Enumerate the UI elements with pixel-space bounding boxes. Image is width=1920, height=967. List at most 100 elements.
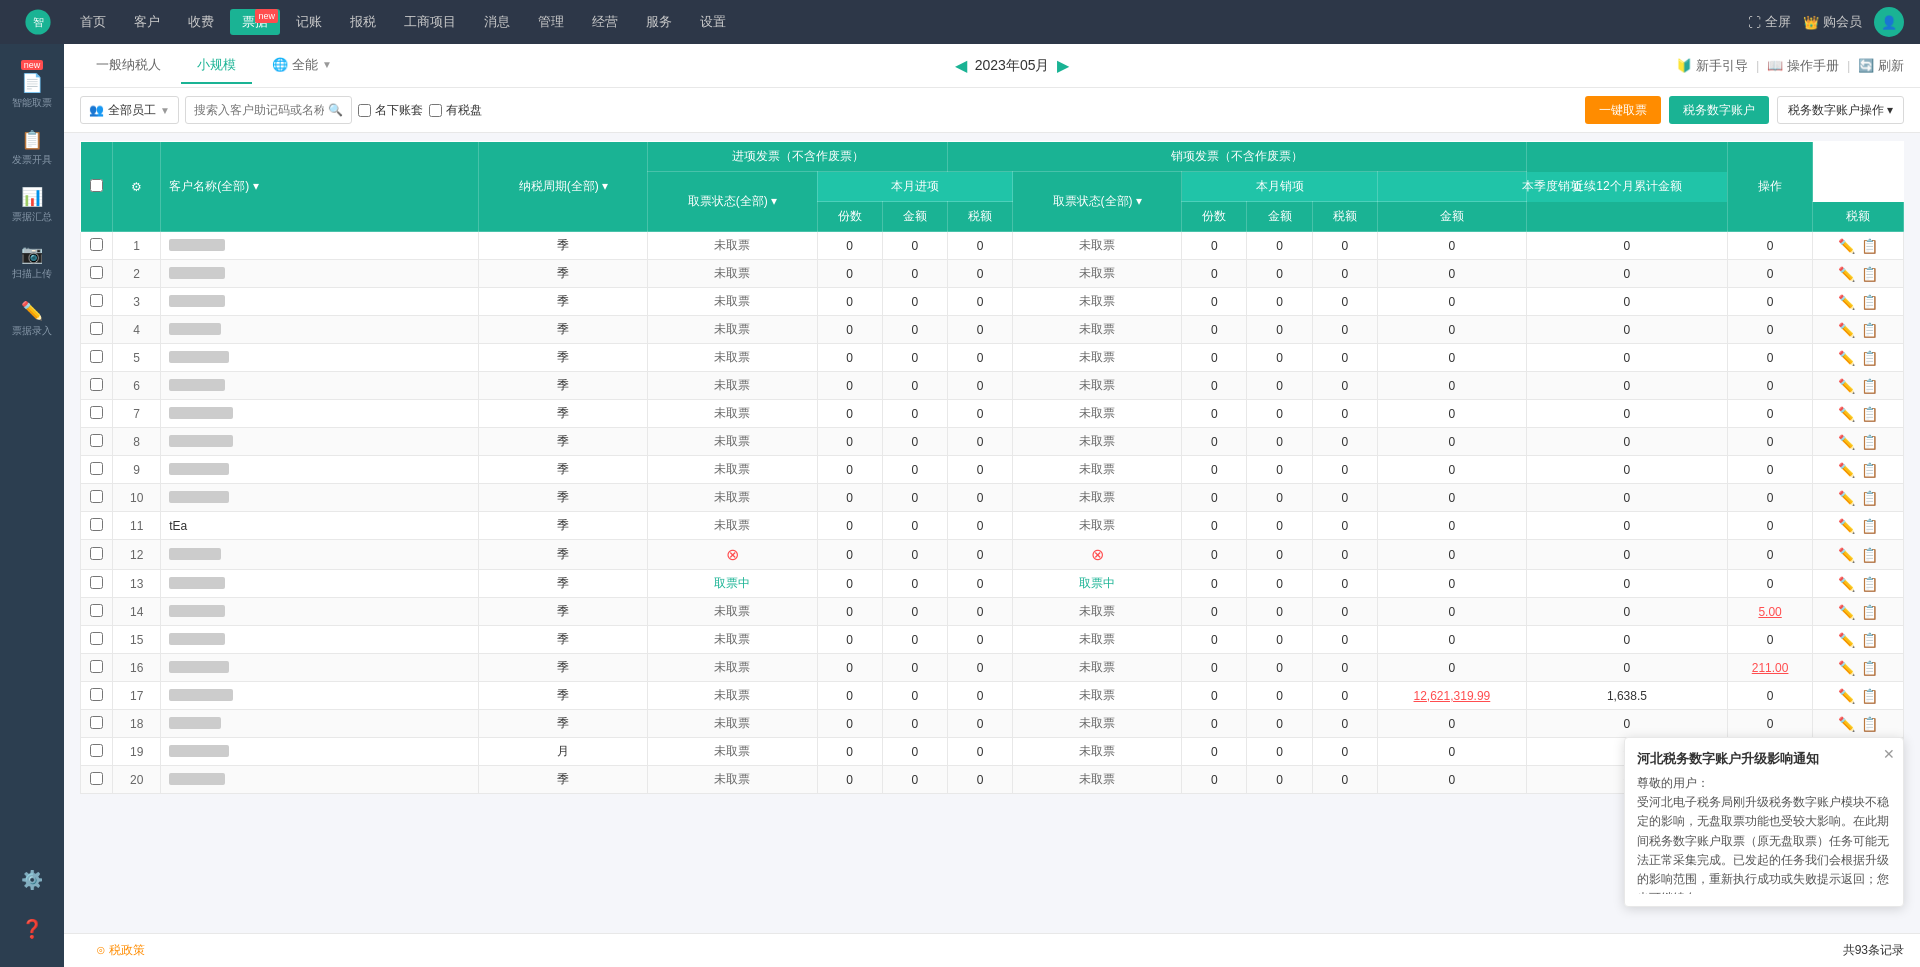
copy-btn[interactable]: 📋 [1861,294,1878,310]
check-tax-disk-input[interactable] [429,104,442,117]
member-btn[interactable]: 👑 购会员 [1803,13,1862,31]
check-account-input[interactable] [358,104,371,117]
row-checkbox[interactable] [90,490,103,503]
edit-btn[interactable]: ✏️ [1838,294,1855,310]
tab-general-taxpayer[interactable]: 一般纳税人 [80,48,177,84]
digital-account-ops-btn[interactable]: 税务数字账户操作 ▾ [1777,96,1904,124]
edit-btn[interactable]: ✏️ [1838,547,1855,563]
copy-btn[interactable]: 📋 [1861,632,1878,648]
edit-btn[interactable]: ✏️ [1838,238,1855,254]
edit-btn[interactable]: ✏️ [1838,660,1855,676]
row-checkbox[interactable] [90,518,103,531]
row-checkbox[interactable] [90,604,103,617]
edit-btn[interactable]: ✏️ [1838,716,1855,732]
copy-btn[interactable]: 📋 [1861,462,1878,478]
row-checkbox[interactable] [90,688,103,701]
copy-btn[interactable]: 📋 [1861,604,1878,620]
copy-btn[interactable]: 📋 [1861,434,1878,450]
copy-btn[interactable]: 📋 [1861,547,1878,563]
copy-btn[interactable]: 📋 [1861,716,1878,732]
fullscreen-btn[interactable]: ⛶ 全屏 [1748,13,1791,31]
nav-bookkeeping[interactable]: 记账 [284,9,334,35]
row-checkbox[interactable] [90,716,103,729]
notification-close-btn[interactable]: ✕ [1883,746,1895,762]
row-checkbox[interactable] [90,744,103,757]
manual-btn[interactable]: 📖 操作手册 [1767,57,1839,75]
copy-btn[interactable]: 📋 [1861,660,1878,676]
nav-home[interactable]: 首页 [68,9,118,35]
copy-btn[interactable]: 📋 [1861,406,1878,422]
search-box[interactable]: 🔍 [185,96,352,124]
row-checkbox[interactable] [90,772,103,785]
user-avatar[interactable]: 👤 [1874,7,1904,37]
employee-select[interactable]: 👥 全部员工 ▼ [80,96,179,124]
tab-small-scale[interactable]: 小规模 [181,48,252,84]
row-checkbox[interactable] [90,266,103,279]
edit-btn[interactable]: ✏️ [1838,266,1855,282]
copy-btn[interactable]: 📋 [1861,266,1878,282]
edit-btn[interactable]: ✏️ [1838,632,1855,648]
row-checkbox[interactable] [90,632,103,645]
check-account[interactable]: 名下账套 [358,102,423,119]
nav-business-op[interactable]: 经营 [580,9,630,35]
row-checkbox[interactable] [90,238,103,251]
row-checkbox[interactable] [90,462,103,475]
edit-btn[interactable]: ✏️ [1838,406,1855,422]
row-checkbox[interactable] [90,350,103,363]
row-checkbox[interactable] [90,322,103,335]
edit-btn[interactable]: ✏️ [1838,434,1855,450]
copy-btn[interactable]: 📋 [1861,378,1878,394]
check-tax-disk[interactable]: 有税盘 [429,102,482,119]
sidebar-item-settings[interactable]: ⚙️ [0,861,64,902]
sidebar-item-invoice-entry[interactable]: ✏️ 票据录入 [0,292,64,345]
copy-btn[interactable]: 📋 [1861,490,1878,506]
nav-client[interactable]: 客户 [122,9,172,35]
tax-policy-btn[interactable]: ⊙ 税政策 [80,938,161,963]
new-guide-btn[interactable]: 🔰 新手引导 [1676,57,1748,75]
refresh-btn[interactable]: 🔄 刷新 [1858,57,1904,75]
tab-all[interactable]: 🌐 全能 ▼ [256,48,348,84]
row-checkbox[interactable] [90,294,103,307]
edit-btn[interactable]: ✏️ [1838,378,1855,394]
sidebar-item-help[interactable]: ❓ [0,910,64,951]
copy-btn[interactable]: 📋 [1861,518,1878,534]
select-all-checkbox[interactable] [90,179,103,192]
row-checkbox[interactable] [90,547,103,560]
sidebar-item-invoice-open[interactable]: 📋 发票开具 [0,121,64,174]
column-settings-icon[interactable]: ⚙ [131,180,142,194]
nav-settings[interactable]: 设置 [688,9,738,35]
row-checkbox[interactable] [90,406,103,419]
nav-manage[interactable]: 管理 [526,9,576,35]
sidebar-item-scan-upload[interactable]: 📷 扫描上传 [0,235,64,288]
edit-btn[interactable]: ✏️ [1838,576,1855,592]
copy-btn[interactable]: 📋 [1861,688,1878,704]
edit-btn[interactable]: ✏️ [1838,462,1855,478]
nav-tax[interactable]: 报税 [338,9,388,35]
copy-btn[interactable]: 📋 [1861,576,1878,592]
row-checkbox[interactable] [90,576,103,589]
edit-btn[interactable]: ✏️ [1838,518,1855,534]
row-checkbox[interactable] [90,378,103,391]
nav-billing[interactable]: 收费 [176,9,226,35]
edit-btn[interactable]: ✏️ [1838,322,1855,338]
copy-btn[interactable]: 📋 [1861,238,1878,254]
edit-btn[interactable]: ✏️ [1838,688,1855,704]
edit-btn[interactable]: ✏️ [1838,490,1855,506]
row-checkbox[interactable] [90,660,103,673]
one-click-fetch-btn[interactable]: 一键取票 [1585,96,1661,124]
period-prev-btn[interactable]: ◀ [955,56,967,75]
sidebar-item-invoice-summary[interactable]: 📊 票据汇总 [0,178,64,231]
digital-account-btn[interactable]: 税务数字账户 [1669,96,1769,124]
nav-business[interactable]: 工商项目 [392,9,468,35]
nav-invoice[interactable]: 票据 new [230,9,280,35]
row-checkbox[interactable] [90,434,103,447]
edit-btn[interactable]: ✏️ [1838,604,1855,620]
copy-btn[interactable]: 📋 [1861,322,1878,338]
copy-btn[interactable]: 📋 [1861,350,1878,366]
nav-message[interactable]: 消息 [472,9,522,35]
search-input[interactable] [194,103,324,117]
period-next-btn[interactable]: ▶ [1057,56,1069,75]
edit-btn[interactable]: ✏️ [1838,350,1855,366]
nav-service[interactable]: 服务 [634,9,684,35]
sidebar-item-smart-invoice[interactable]: new 📄 智能取票 [0,52,64,117]
